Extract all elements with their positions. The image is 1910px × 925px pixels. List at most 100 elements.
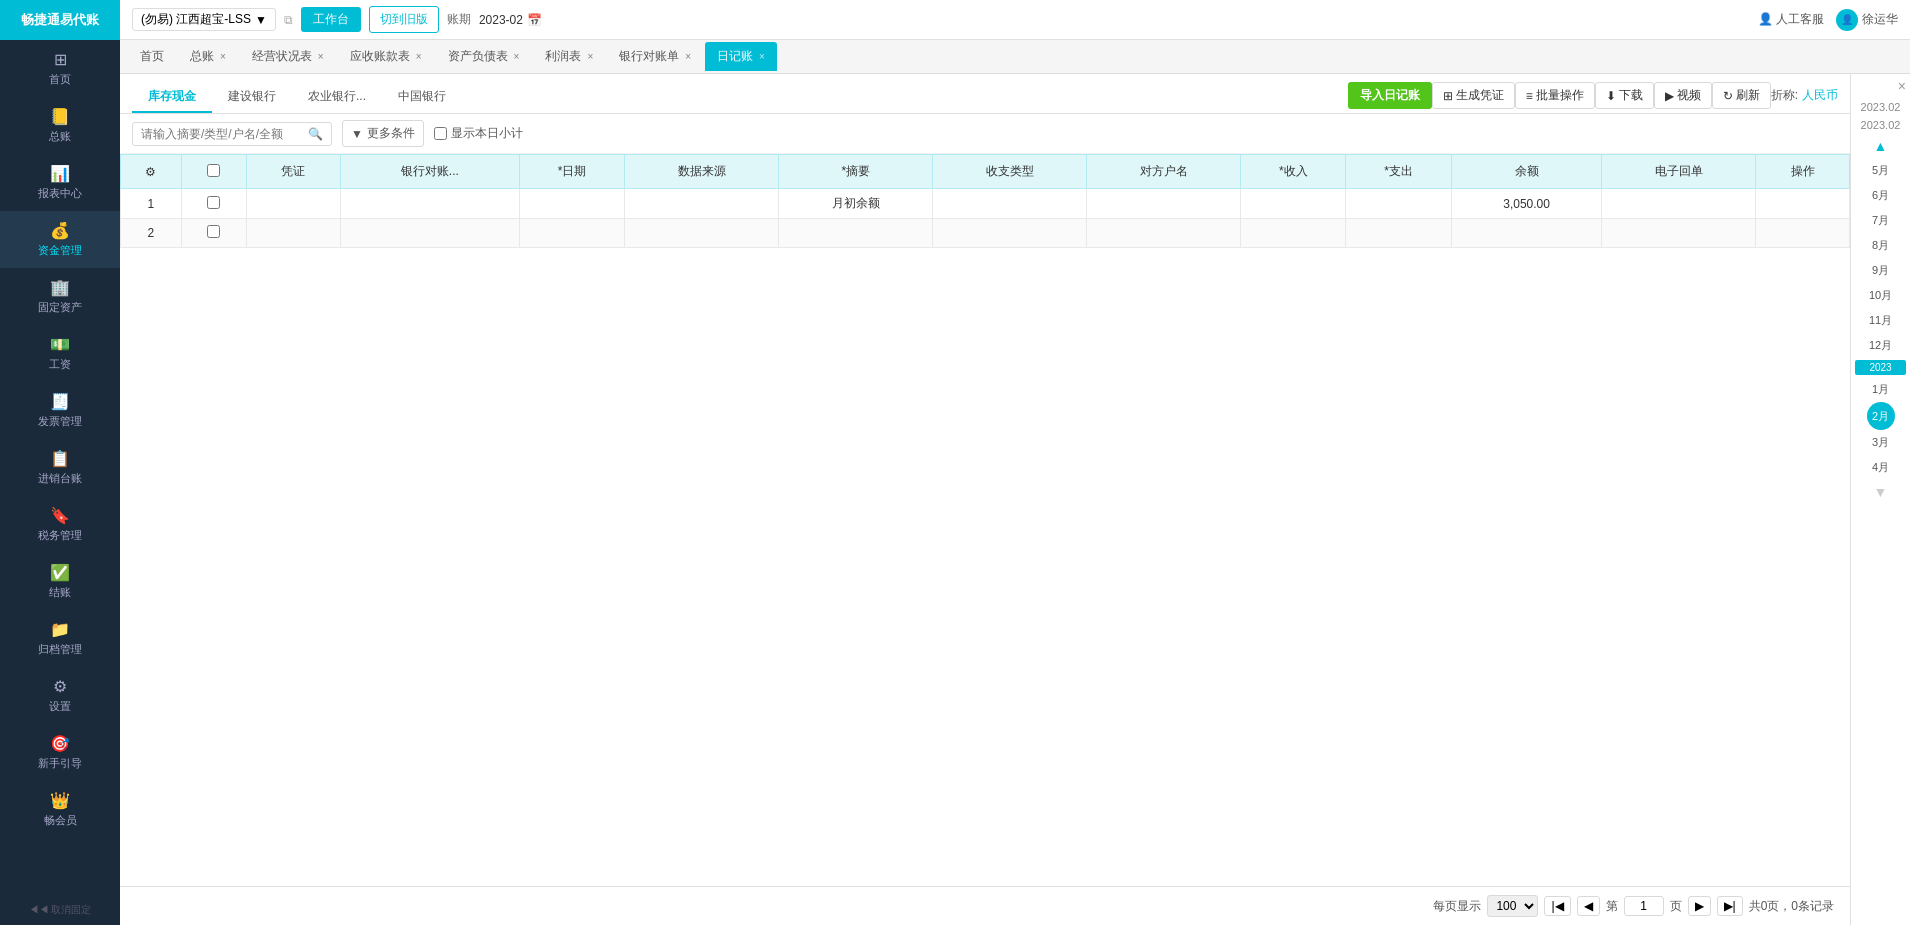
tab-journal-close[interactable]: × [759, 51, 765, 62]
sidebar-item-archive[interactable]: 📁 归档管理 [0, 610, 120, 667]
video-button[interactable]: ▶ 视频 [1654, 82, 1712, 109]
row2-counterpart [1087, 219, 1241, 248]
row1-balance: 3,050.00 [1451, 189, 1602, 219]
sidebar-item-tax[interactable]: 🔖 税务管理 [0, 496, 120, 553]
sidebar-item-assets[interactable]: 🏢 固定资产 [0, 268, 120, 325]
sidebar-item-purchase[interactable]: 📋 进销台账 [0, 439, 120, 496]
row2-payment-type [933, 219, 1087, 248]
tab-receivable[interactable]: 应收账款表 × [338, 42, 434, 71]
tab-ledger-close[interactable]: × [220, 51, 226, 62]
tab-bank-close[interactable]: × [685, 51, 691, 62]
sub-tab-construction[interactable]: 建设银行 [212, 82, 292, 113]
purchase-icon: 📋 [50, 449, 70, 468]
search-icon[interactable]: 🔍 [308, 127, 323, 141]
sidebar-item-guide[interactable]: 🎯 新手引导 [0, 724, 120, 781]
daily-total-checkbox-label[interactable]: 显示本日小计 [434, 125, 523, 142]
table-row: 1 月初余额 3,050.00 [121, 189, 1850, 219]
tab-home[interactable]: 首页 [128, 42, 176, 71]
month-12[interactable]: 12月 [1851, 333, 1910, 358]
month-8[interactable]: 8月 [1851, 233, 1910, 258]
tab-bank-reconcile[interactable]: 银行对账单 × [607, 42, 703, 71]
month-5[interactable]: 5月 [1851, 158, 1910, 183]
tab-profit[interactable]: 利润表 × [533, 42, 605, 71]
month-10[interactable]: 10月 [1851, 283, 1910, 308]
panel-nav-down: ▼ [1851, 480, 1910, 504]
month-9[interactable]: 9月 [1851, 258, 1910, 283]
tab-balance-sheet[interactable]: 资产负债表 × [436, 42, 532, 71]
last-page-button[interactable]: ▶| [1717, 896, 1743, 916]
download-icon: ⬇ [1606, 89, 1616, 103]
date-panel-close[interactable]: × [1851, 74, 1910, 98]
month-6[interactable]: 6月 [1851, 183, 1910, 208]
tab-journal[interactable]: 日记账 × [705, 42, 777, 71]
sub-tab-agriculture[interactable]: 农业银行... [292, 82, 382, 113]
row2-expense [1346, 219, 1451, 248]
avatar-icon: 👤 [1836, 9, 1858, 31]
download-button[interactable]: ⬇ 下载 [1595, 82, 1654, 109]
tab-ledger[interactable]: 总账 × [178, 42, 238, 71]
unpin-button[interactable]: ◀◀ 取消固定 [0, 895, 120, 925]
reports-icon: 📊 [50, 164, 70, 183]
customer-service[interactable]: 👤 人工客服 [1758, 11, 1824, 28]
close-icon[interactable]: × [1898, 78, 1906, 94]
tab-profit-close[interactable]: × [587, 51, 593, 62]
month-3[interactable]: 3月 [1851, 430, 1910, 455]
col-settings[interactable]: ⚙ [121, 155, 182, 189]
sidebar-item-settings[interactable]: ⚙ 设置 [0, 667, 120, 724]
row2-checkbox[interactable] [181, 219, 247, 248]
voucher-icon: ⊞ [1443, 89, 1453, 103]
content-area: 库存现金 建设银行 农业银行... 中国银行 导入日记账 ⊞ 生成凭证 [120, 74, 1910, 925]
sidebar-item-close[interactable]: ✅ 结账 [0, 553, 120, 610]
user-info[interactable]: 👤 徐运华 [1836, 9, 1898, 31]
period-value: 2023-02 📅 [479, 13, 542, 27]
row1-num: 1 [121, 189, 182, 219]
month-4[interactable]: 4月 [1851, 455, 1910, 480]
generate-voucher-button[interactable]: ⊞ 生成凭证 [1432, 82, 1515, 109]
import-journal-button[interactable]: 导入日记账 [1348, 82, 1432, 109]
pagination: 每页显示 100 50 200 |◀ ◀ 第 页 ▶ ▶| 共0页，0条记录 [120, 886, 1850, 925]
year-header-1: 2023.02 [1851, 98, 1910, 116]
col-data-source: 数据来源 [625, 155, 779, 189]
col-checkbox[interactable] [181, 155, 247, 189]
row1-counterpart [1087, 189, 1241, 219]
sidebar-item-invoice[interactable]: 🧾 发票管理 [0, 382, 120, 439]
per-page-select[interactable]: 100 50 200 [1487, 895, 1538, 917]
sidebar-item-finance[interactable]: 💰 资金管理 [0, 211, 120, 268]
nav-up-icon[interactable]: ▲ [1874, 138, 1888, 154]
currency-value[interactable]: 人民币 [1802, 87, 1838, 104]
sub-tab-china[interactable]: 中国银行 [382, 82, 462, 113]
old-version-button[interactable]: 切到旧版 [369, 6, 439, 33]
first-page-button[interactable]: |◀ [1544, 896, 1570, 916]
more-conditions-button[interactable]: ▼ 更多条件 [342, 120, 424, 147]
sidebar-item-salary[interactable]: 💵 工资 [0, 325, 120, 382]
sidebar-item-member[interactable]: 👑 畅会员 [0, 781, 120, 838]
row1-action [1756, 189, 1850, 219]
tab-business-close[interactable]: × [318, 51, 324, 62]
month-7[interactable]: 7月 [1851, 208, 1910, 233]
col-counterpart: 对方户名 [1087, 155, 1241, 189]
daily-total-checkbox[interactable] [434, 127, 447, 140]
tab-business-report[interactable]: 经营状况表 × [240, 42, 336, 71]
page-input[interactable] [1624, 896, 1664, 916]
batch-ops-button[interactable]: ≡ 批量操作 [1515, 82, 1595, 109]
month-11[interactable]: 11月 [1851, 308, 1910, 333]
workbench-button[interactable]: 工作台 [301, 7, 361, 32]
copy-icon[interactable]: ⧉ [284, 13, 293, 27]
search-input[interactable] [141, 127, 304, 141]
sidebar-item-reports[interactable]: 📊 报表中心 [0, 154, 120, 211]
sub-tab-cash[interactable]: 库存现金 [132, 82, 212, 113]
month-2-active[interactable]: 2月 [1867, 402, 1895, 430]
sidebar-item-home[interactable]: ⊞ 首页 [0, 40, 120, 97]
tab-receivable-close[interactable]: × [416, 51, 422, 62]
chevron-down-icon: ▼ [255, 13, 267, 27]
company-selector[interactable]: (勿易) 江西超宝-LSS ▼ [132, 8, 276, 31]
next-page-button[interactable]: ▶ [1688, 896, 1711, 916]
prev-page-button[interactable]: ◀ [1577, 896, 1600, 916]
month-1[interactable]: 1月 [1851, 377, 1910, 402]
tab-balance-close[interactable]: × [514, 51, 520, 62]
sidebar-item-ledger[interactable]: 📒 总账 [0, 97, 120, 154]
calendar-icon[interactable]: 📅 [527, 13, 542, 27]
refresh-button[interactable]: ↻ 刷新 [1712, 82, 1771, 109]
nav-down-icon[interactable]: ▼ [1874, 484, 1888, 500]
row1-checkbox[interactable] [181, 189, 247, 219]
